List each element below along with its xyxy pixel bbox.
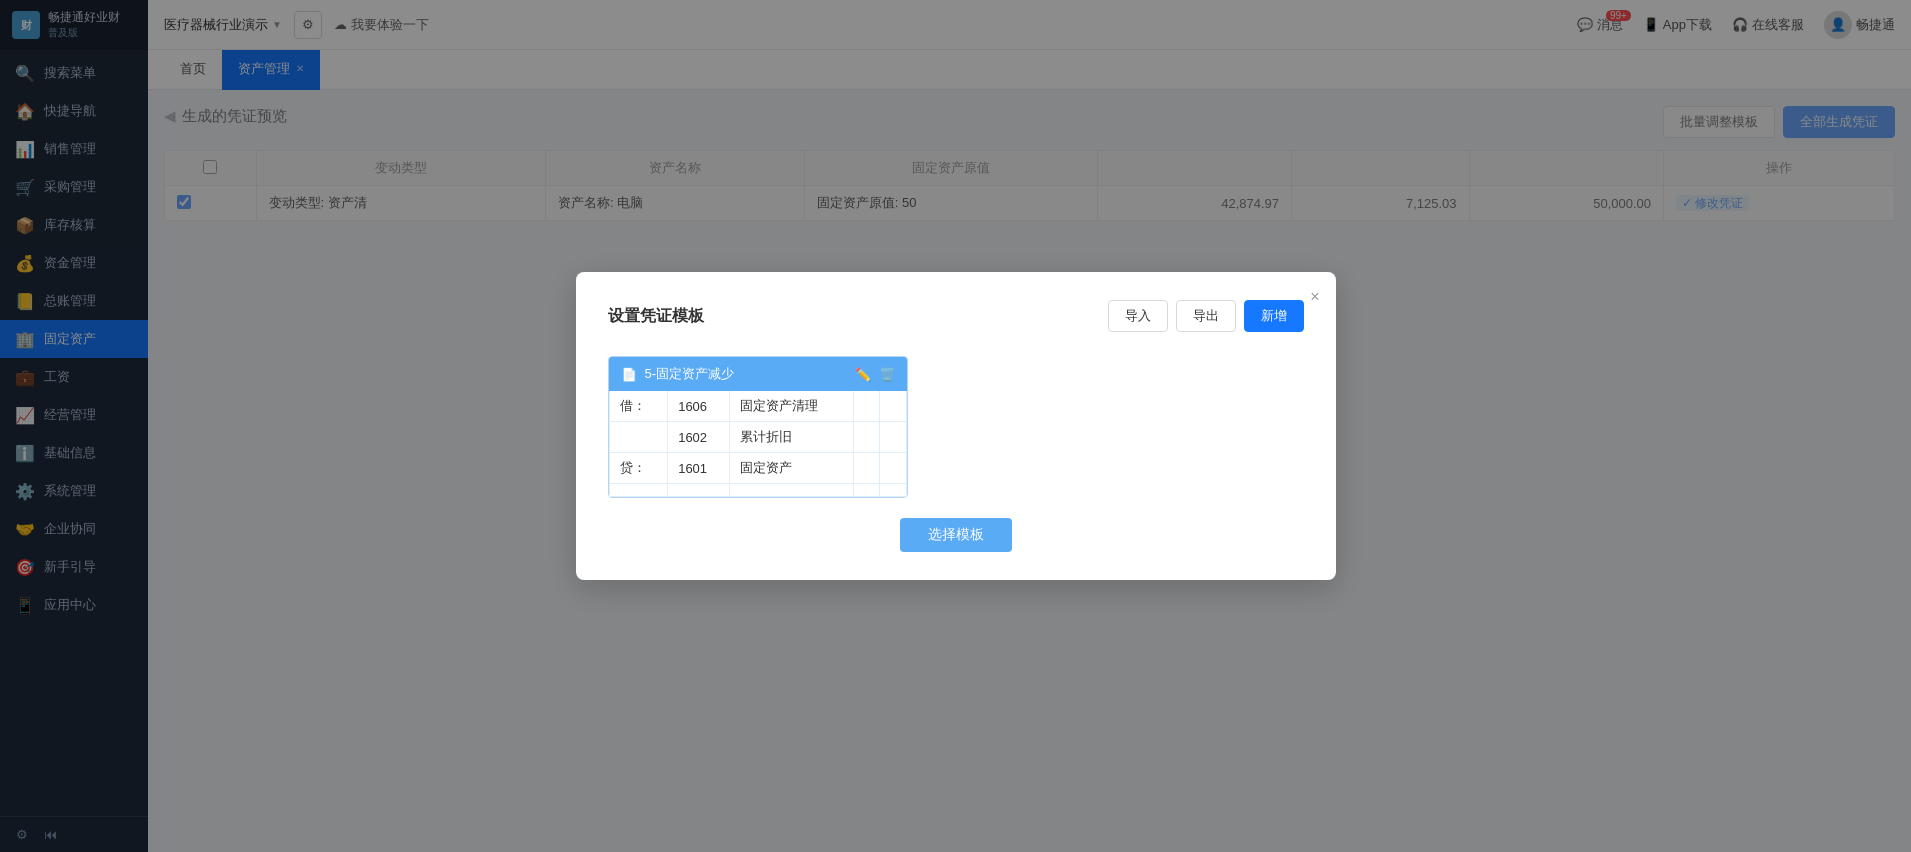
export-btn[interactable]: 导出 xyxy=(1176,300,1236,332)
entry-name-2: 累计折旧 xyxy=(730,422,854,453)
dialog-close-btn[interactable]: × xyxy=(1310,288,1319,306)
template-card-body: 借： 1606 固定资产清理 1602 累计折旧 xyxy=(609,391,907,497)
dialog-header: 设置凭证模板 导入 导出 新增 xyxy=(608,300,1304,332)
entry-col-5 xyxy=(880,422,906,453)
entry-code-1: 1606 xyxy=(668,391,730,422)
dialog-action-buttons: 导入 导出 新增 xyxy=(1108,300,1304,332)
dialog-title: 设置凭证模板 xyxy=(608,306,704,327)
empty-cell-2 xyxy=(668,484,730,497)
template-entry-row: 1602 累计折旧 xyxy=(609,422,906,453)
new-btn[interactable]: 新增 xyxy=(1244,300,1304,332)
template-header-actions: ✏️ 🗑️ xyxy=(855,367,895,382)
delete-icon[interactable]: 🗑️ xyxy=(879,367,895,382)
entry-code-2: 1602 xyxy=(668,422,730,453)
template-card-header: 📄 5-固定资产减少 ✏️ 🗑️ xyxy=(609,357,907,391)
empty-cell-3 xyxy=(730,484,854,497)
entry-col-4 xyxy=(854,422,880,453)
template-entry-row: 贷： 1601 固定资产 xyxy=(609,453,906,484)
template-entry-empty-row xyxy=(609,484,906,497)
template-dialog: 设置凭证模板 导入 导出 新增 📄 5-固定资产减少 ✏️ 🗑️ xyxy=(576,272,1336,580)
entry-name-3: 固定资产 xyxy=(730,453,854,484)
entry-name-1: 固定资产清理 xyxy=(730,391,854,422)
entry-type-borrow: 借： xyxy=(609,391,668,422)
entry-col-5 xyxy=(880,391,906,422)
entry-col-5 xyxy=(880,453,906,484)
template-doc-icon: 📄 xyxy=(621,367,637,382)
empty-cell-5 xyxy=(880,484,906,497)
entry-code-3: 1601 xyxy=(668,453,730,484)
template-id-name: 5-固定资产减少 xyxy=(645,365,735,383)
empty-cell-1 xyxy=(609,484,668,497)
edit-icon[interactable]: ✏️ xyxy=(855,367,871,382)
entry-type-credit: 贷： xyxy=(609,453,668,484)
template-entries-table: 借： 1606 固定资产清理 1602 累计折旧 xyxy=(609,391,907,497)
dialog-overlay: 设置凭证模板 导入 导出 新增 📄 5-固定资产减少 ✏️ 🗑️ xyxy=(0,0,1911,852)
entry-type-indent xyxy=(609,422,668,453)
entry-col-4 xyxy=(854,391,880,422)
select-template-btn[interactable]: 选择模板 xyxy=(900,518,1012,552)
entry-col-4 xyxy=(854,453,880,484)
template-card: 📄 5-固定资产减少 ✏️ 🗑️ 借： 1606 固定资产清理 xyxy=(608,356,908,498)
template-entry-row: 借： 1606 固定资产清理 xyxy=(609,391,906,422)
import-btn[interactable]: 导入 xyxy=(1108,300,1168,332)
empty-cell-4 xyxy=(854,484,880,497)
